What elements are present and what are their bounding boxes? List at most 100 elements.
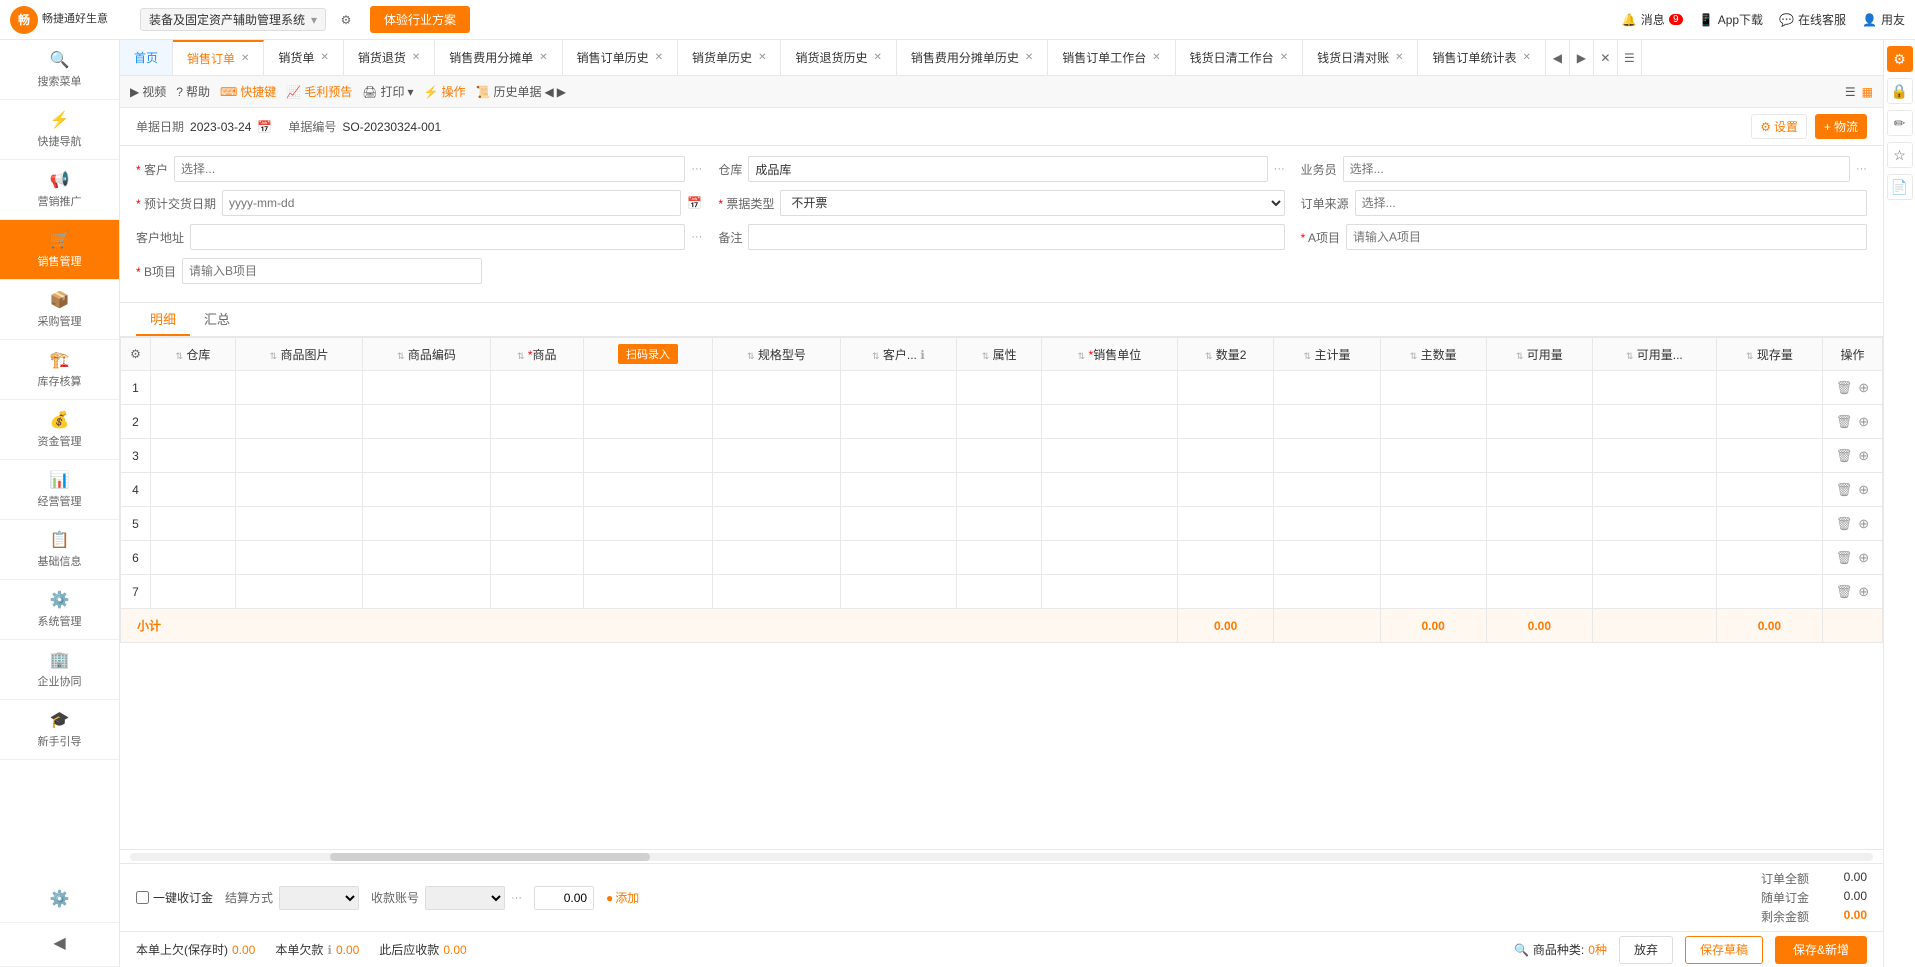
a-project-input[interactable]	[1346, 224, 1867, 250]
tab-close-sales-refund[interactable]: ✕	[412, 52, 420, 63]
row-1-product-image[interactable]	[235, 371, 362, 405]
row-6-current-stock[interactable]	[1716, 541, 1822, 575]
save-draft-button[interactable]: 保存草稿	[1685, 936, 1763, 964]
row-2-product[interactable]	[490, 405, 583, 439]
row-7-warehouse[interactable]	[151, 575, 236, 609]
row-4-main-unit[interactable]	[1274, 473, 1380, 507]
row-6-sales-unit[interactable]	[1042, 541, 1178, 575]
row-5-warehouse[interactable]	[151, 507, 236, 541]
row-7-product-image[interactable]	[235, 575, 362, 609]
detail-tab-summary[interactable]: 汇总	[190, 303, 244, 336]
toolbar-help[interactable]: ? 帮助	[176, 83, 210, 100]
tab-close-sales-order[interactable]: ✕	[241, 53, 249, 64]
row-3-main-unit[interactable]	[1274, 439, 1380, 473]
row-2-current-stock[interactable]	[1716, 405, 1822, 439]
row-4-product-image[interactable]	[235, 473, 362, 507]
row-1-warehouse[interactable]	[151, 371, 236, 405]
row-1-available[interactable]	[1486, 371, 1592, 405]
tab-home[interactable]: 首页	[120, 40, 173, 76]
row-1-customer-info[interactable]	[840, 371, 957, 405]
toolbar-profit[interactable]: 📈 毛利预告	[286, 83, 352, 100]
settings-icon[interactable]: ⚙	[332, 6, 360, 34]
payment-method-select[interactable]	[279, 886, 359, 910]
row-4-current-stock[interactable]	[1716, 473, 1822, 507]
row-4-scan[interactable]	[583, 473, 712, 507]
tab-close-sales-stat[interactable]: ✕	[1523, 52, 1531, 63]
invoice-type-select[interactable]: 不开票	[780, 190, 1284, 216]
salesperson-input[interactable]	[1343, 156, 1850, 182]
row-6-copy-icon[interactable]: ⊕	[1858, 550, 1869, 566]
row-5-main-unit[interactable]	[1274, 507, 1380, 541]
row-5-main-quantity[interactable]	[1380, 507, 1486, 541]
row-4-product[interactable]	[490, 473, 583, 507]
row-5-attribute[interactable]	[957, 507, 1042, 541]
row-6-scan[interactable]	[583, 541, 712, 575]
scan-btn[interactable]: 扫码录入	[618, 344, 678, 364]
row-3-customer-info[interactable]	[840, 439, 957, 473]
customer-input[interactable]	[174, 156, 685, 182]
row-6-customer-info[interactable]	[840, 541, 957, 575]
warehouse-input[interactable]	[748, 156, 1267, 182]
tab-close-sales-fee-history[interactable]: ✕	[1025, 52, 1033, 63]
tab-sales-history[interactable]: 销售订单历史 ✕	[563, 40, 678, 76]
one-key-collect-checkbox[interactable]: 一键收订金	[136, 889, 213, 906]
sidebar-item-system[interactable]: ⚙️ 系统管理	[0, 580, 119, 640]
row-3-warehouse[interactable]	[151, 439, 236, 473]
row-3-scan[interactable]	[583, 439, 712, 473]
row-1-main-quantity[interactable]	[1380, 371, 1486, 405]
col-settings[interactable]: ⚙	[121, 338, 151, 371]
account-ellipsis-btn[interactable]: ···	[511, 892, 522, 904]
sidebar-settings-btn[interactable]: ⚙️	[0, 879, 119, 923]
sidebar-item-enterprise[interactable]: 🏢 企业协同	[0, 640, 119, 700]
row-2-scan[interactable]	[583, 405, 712, 439]
rp-edit-icon[interactable]: ✏	[1887, 110, 1913, 136]
row-5-customer-info[interactable]	[840, 507, 957, 541]
row-3-quantity2[interactable]	[1177, 439, 1274, 473]
row-1-sales-unit[interactable]	[1042, 371, 1178, 405]
row-5-sales-unit[interactable]	[1042, 507, 1178, 541]
row-4-customer-info[interactable]	[840, 473, 957, 507]
sidebar-item-finance[interactable]: 💰 资金管理	[0, 400, 119, 460]
row-2-available2[interactable]	[1592, 405, 1716, 439]
tab-sales-refund[interactable]: 销货退货 ✕	[344, 40, 435, 76]
row-6-quantity2[interactable]	[1177, 541, 1274, 575]
tab-close-sales-refund-history[interactable]: ✕	[873, 52, 881, 63]
row-2-product-code[interactable]	[363, 405, 490, 439]
customer-address-input[interactable]	[190, 224, 685, 250]
row-7-spec[interactable]	[713, 575, 840, 609]
row-7-main-quantity[interactable]	[1380, 575, 1486, 609]
row-5-delete-icon[interactable]: 🗑	[1836, 516, 1853, 532]
row-2-spec[interactable]	[713, 405, 840, 439]
row-5-product-code[interactable]	[363, 507, 490, 541]
tab-close-sales-return[interactable]: ✕	[320, 52, 328, 63]
row-3-main-quantity[interactable]	[1380, 439, 1486, 473]
toolbar-view-toggle-list[interactable]: ☰	[1845, 85, 1856, 99]
tab-close-daily-clear-workbench[interactable]: ✕	[1280, 52, 1288, 63]
customer-ellipsis-btn[interactable]: ···	[691, 163, 702, 175]
row-3-available2[interactable]	[1592, 439, 1716, 473]
rp-settings-icon[interactable]: ⚙	[1887, 46, 1913, 72]
row-7-scan[interactable]	[583, 575, 712, 609]
row-5-available[interactable]	[1486, 507, 1592, 541]
toolbar-material[interactable]: + 物流	[1815, 114, 1867, 139]
app-download-item[interactable]: 📱 App下载	[1699, 11, 1763, 28]
row-7-product-code[interactable]	[363, 575, 490, 609]
tab-close-all-btn[interactable]: ✕	[1594, 40, 1618, 76]
history-nav-next[interactable]: ▶	[557, 85, 566, 99]
sidebar-item-search[interactable]: 🔍 搜索菜单	[0, 40, 119, 100]
solution-button[interactable]: 体验行业方案	[370, 6, 470, 33]
tab-sales-workbench[interactable]: 销售订单工作台 ✕	[1048, 40, 1175, 76]
tab-close-daily-clear-account[interactable]: ✕	[1395, 52, 1403, 63]
warehouse-ellipsis-btn[interactable]: ···	[1274, 163, 1285, 175]
row-4-available[interactable]	[1486, 473, 1592, 507]
rp-lock-icon[interactable]: 🔒	[1887, 78, 1913, 104]
row-6-product[interactable]	[490, 541, 583, 575]
b-project-input[interactable]	[182, 258, 482, 284]
salesperson-ellipsis-btn[interactable]: ···	[1856, 163, 1867, 175]
row-4-delete-icon[interactable]: 🗑	[1836, 482, 1853, 498]
tab-sales-return-history[interactable]: 销货单历史 ✕	[678, 40, 781, 76]
row-2-product-image[interactable]	[235, 405, 362, 439]
row-3-available[interactable]	[1486, 439, 1592, 473]
row-1-attribute[interactable]	[957, 371, 1042, 405]
table-container[interactable]: ⚙ ⇅ 仓库 ⇅ 商品图片 ⇅ 商品编码	[120, 337, 1883, 849]
